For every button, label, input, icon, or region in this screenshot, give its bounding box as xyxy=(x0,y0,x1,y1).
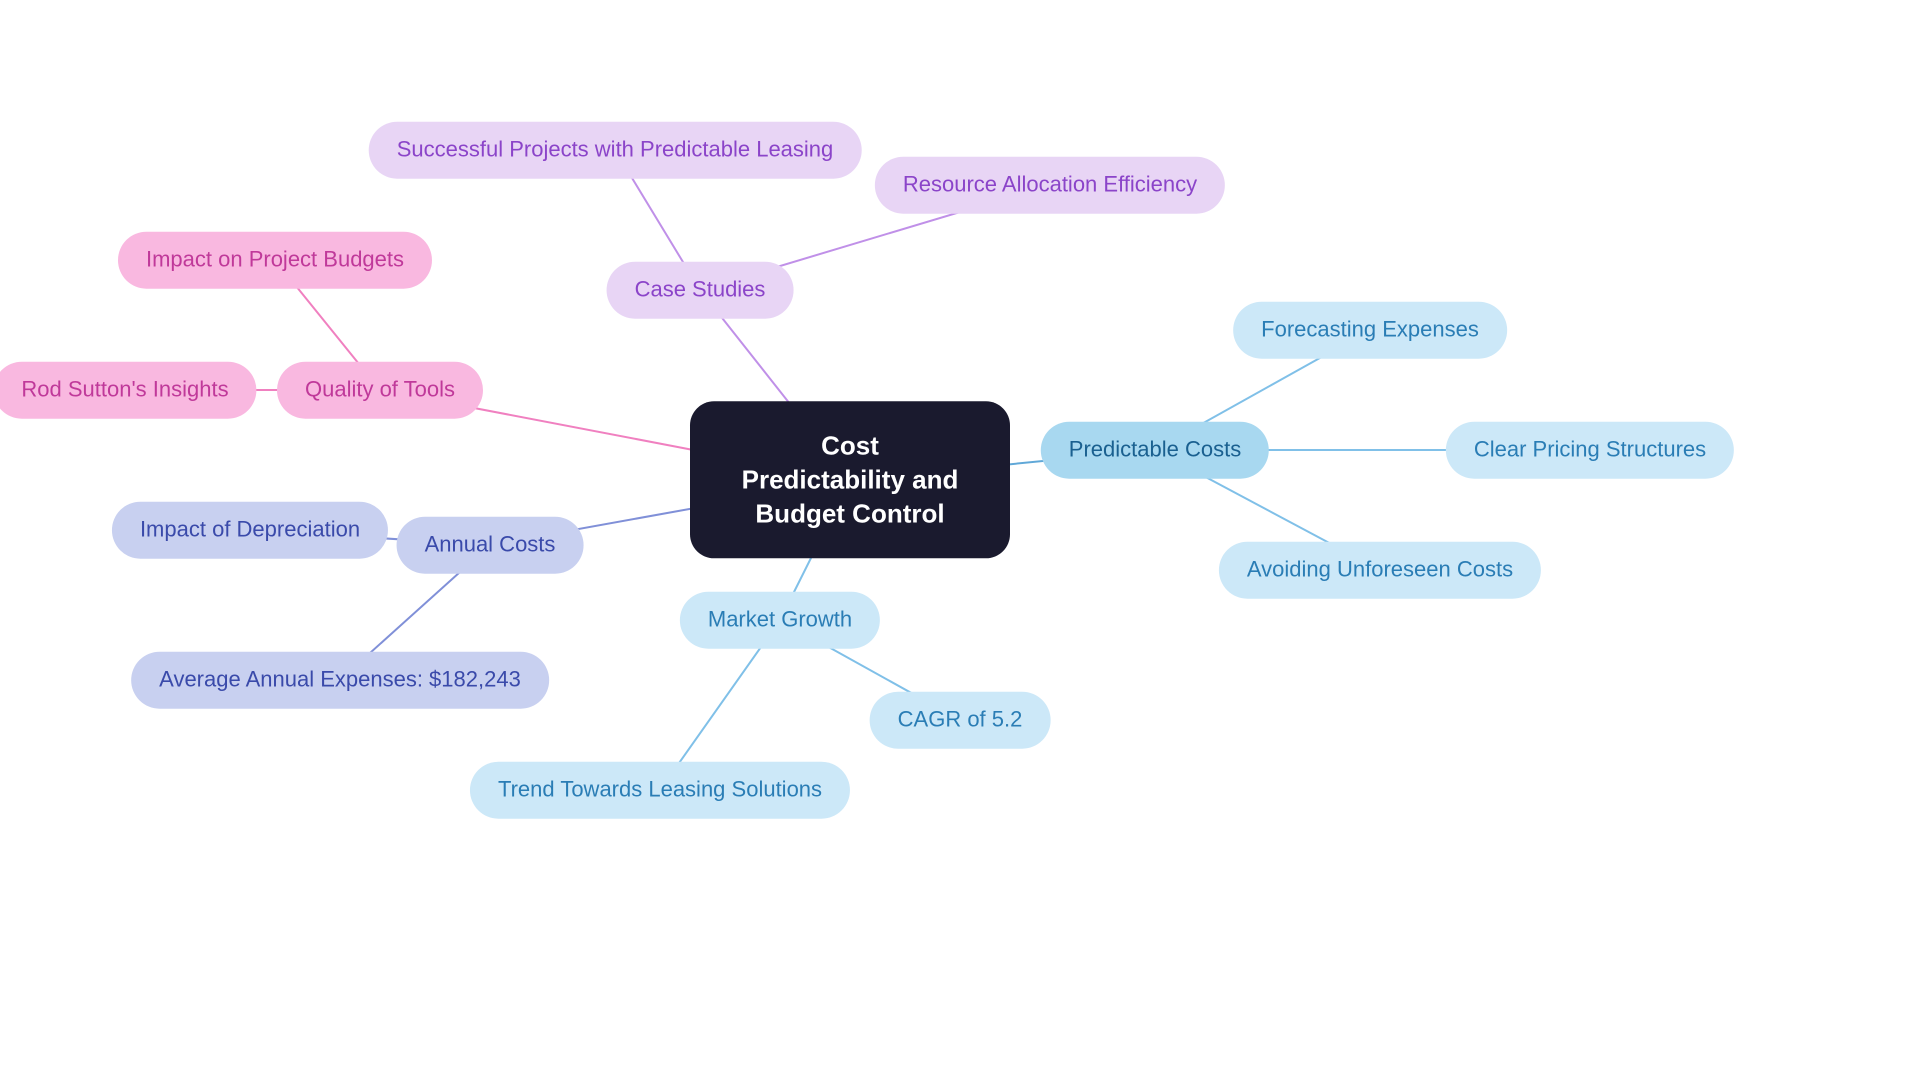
node-rod_sutton_insights: Rod Sutton's Insights xyxy=(0,362,257,419)
node-predictable_costs: Predictable Costs xyxy=(1041,422,1269,479)
node-quality_of_tools: Quality of Tools xyxy=(277,362,483,419)
node-successful_projects: Successful Projects with Predictable Lea… xyxy=(369,122,862,179)
node-impact_depreciation: Impact of Depreciation xyxy=(112,502,388,559)
node-avoiding_unforeseen: Avoiding Unforeseen Costs xyxy=(1219,542,1541,599)
node-average_annual: Average Annual Expenses: $182,243 xyxy=(131,652,549,709)
node-trend_leasing: Trend Towards Leasing Solutions xyxy=(470,762,850,819)
node-forecasting_expenses: Forecasting Expenses xyxy=(1233,302,1507,359)
node-resource_allocation: Resource Allocation Efficiency xyxy=(875,157,1225,214)
mindmap-container: Cost Predictability and Budget Control Qu… xyxy=(0,0,1920,1083)
node-cagr: CAGR of 5.2 xyxy=(870,692,1051,749)
node-case_studies: Case Studies xyxy=(607,262,794,319)
node-impact_on_project_budgets: Impact on Project Budgets xyxy=(118,232,432,289)
node-clear_pricing: Clear Pricing Structures xyxy=(1446,422,1734,479)
node-market_growth: Market Growth xyxy=(680,592,880,649)
node-annual_costs: Annual Costs xyxy=(397,517,584,574)
node-center: Cost Predictability and Budget Control xyxy=(690,401,1010,558)
